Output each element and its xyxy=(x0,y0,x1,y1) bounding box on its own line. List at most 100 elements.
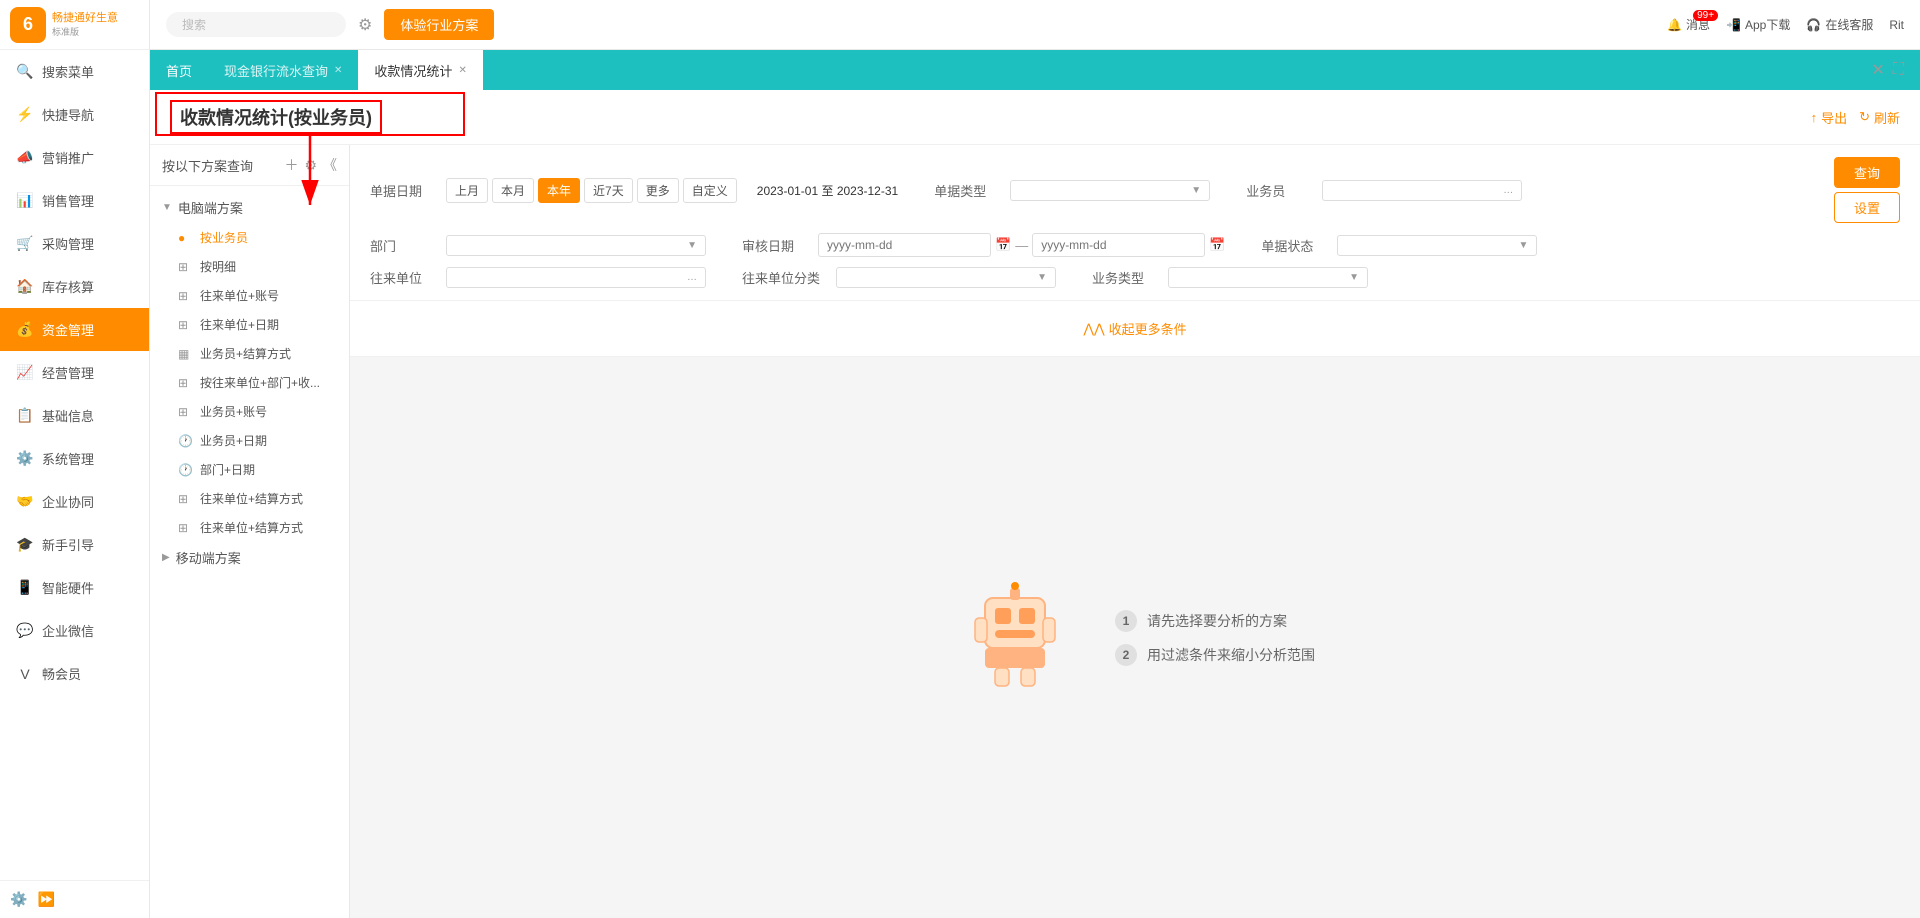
step-2-number: 2 xyxy=(1115,644,1137,666)
scheme-unit-payment1[interactable]: ⊞ 往来单位+结算方式 xyxy=(150,484,349,513)
refresh-button[interactable]: ↻ 刷新 xyxy=(1859,108,1900,127)
sidebar-item-sales[interactable]: 📊 销售管理 xyxy=(0,179,149,222)
dept-arrow-icon: ▼ xyxy=(687,240,697,251)
sidebar-item-hardware[interactable]: 📱 智能硬件 xyxy=(0,566,149,609)
tab-receipt[interactable]: 收款情况统计 ✕ xyxy=(358,50,482,90)
add-scheme-icon[interactable]: ＋ xyxy=(284,155,298,175)
collapse-panel-icon[interactable]: 《 xyxy=(323,155,337,175)
sidebar-item-basic[interactable]: 📋 基础信息 xyxy=(0,394,149,437)
voucher-status-select[interactable]: ▼ xyxy=(1337,235,1537,256)
date-btn-this-year[interactable]: 本年 xyxy=(538,178,580,203)
sidebar: 6 畅捷通好生意 标准版 🔍 搜索菜单 ⚡ 快捷导航 📣 营销推广 📊 销售管理… xyxy=(0,0,150,918)
sidebar-item-system[interactable]: ⚙️ 系统管理 xyxy=(0,437,149,480)
date-btn-last-month[interactable]: 上月 xyxy=(446,178,488,203)
filter-row-3: 往来单位 … 往来单位分类 ▼ 业务类型 xyxy=(370,267,1900,288)
dept-select[interactable]: ▼ xyxy=(446,235,706,256)
salesperson-select[interactable]: … xyxy=(1322,180,1522,201)
tab-receipt-close-icon[interactable]: ✕ xyxy=(458,65,466,76)
tab-bank[interactable]: 现金银行流水查询 ✕ xyxy=(208,50,358,90)
trial-button[interactable]: 体验行业方案 xyxy=(384,9,494,40)
scheme-sales-account[interactable]: ⊞ 业务员+账号 xyxy=(150,397,349,426)
sidebar-item-finance[interactable]: 💰 资金管理 xyxy=(0,308,149,351)
date-btn-more[interactable]: 更多 xyxy=(637,178,679,203)
user-menu[interactable]: Rit xyxy=(1889,18,1904,32)
unit-category-select[interactable]: ▼ xyxy=(836,267,1056,288)
empty-step-2: 2 用过滤条件来缩小分析范围 xyxy=(1115,644,1315,666)
app-download-button[interactable]: 📲 App下载 xyxy=(1726,16,1790,33)
salesperson-label: 业务员 xyxy=(1246,181,1306,200)
set-button[interactable]: 设置 xyxy=(1834,192,1900,223)
member-icon: V xyxy=(16,665,34,683)
settings-footer-icon[interactable]: ⚙️ xyxy=(10,891,27,908)
unit-date-icon: ⊞ xyxy=(178,318,194,332)
sidebar-item-wechat[interactable]: 💬 企业微信 xyxy=(0,609,149,652)
date-filter-label: 单据日期 xyxy=(370,181,430,200)
desktop-group: ▼ 电脑端方案 ● 按业务员 ⊞ 按明细 ⊞ 往来单位+账号 xyxy=(150,192,349,542)
scheme-sales-date[interactable]: 🕐 业务员+日期 xyxy=(150,426,349,455)
sidebar-item-member[interactable]: V 畅会员 xyxy=(0,652,149,695)
mobile-group-header[interactable]: ▶ 移动端方案 xyxy=(150,542,349,573)
sidebar-item-purchase[interactable]: 🛒 采购管理 xyxy=(0,222,149,265)
sidebar-item-operations[interactable]: 📈 经营管理 xyxy=(0,351,149,394)
business-type-label: 业务类型 xyxy=(1092,268,1152,287)
topbar-right: 🔔 消息 99+ 📲 App下载 🎧 在线客服 Rit xyxy=(1667,16,1904,33)
step-1-number: 1 xyxy=(1115,610,1137,632)
date-btn-this-month[interactable]: 本月 xyxy=(492,178,534,203)
sidebar-item-search[interactable]: 🔍 搜索菜单 xyxy=(0,50,149,93)
desktop-group-header[interactable]: ▼ 电脑端方案 xyxy=(150,192,349,223)
date-btn-custom[interactable]: 自定义 xyxy=(683,178,737,203)
voucher-type-label: 单据类型 xyxy=(934,181,994,200)
online-service-button[interactable]: 🎧 在线客服 xyxy=(1806,16,1873,33)
scheme-by-detail[interactable]: ⊞ 按明细 xyxy=(150,252,349,281)
data-area: 1 请先选择要分析的方案 2 用过滤条件来缩小分析范围 xyxy=(350,357,1920,918)
settings-scheme-icon[interactable]: ⚙ xyxy=(304,157,317,174)
business-type-select[interactable]: ▼ xyxy=(1168,267,1368,288)
empty-steps: 1 请先选择要分析的方案 2 用过滤条件来缩小分析范围 xyxy=(1115,610,1315,666)
tab-bank-close-icon[interactable]: ✕ xyxy=(334,65,342,76)
unit-label: 往来单位 xyxy=(370,268,430,287)
collapse-footer-icon[interactable]: ⏩ xyxy=(37,891,54,908)
calendar-start-icon[interactable]: 📅 xyxy=(995,237,1011,253)
scheme-unit-payment2[interactable]: ⊞ 往来单位+结算方式 xyxy=(150,513,349,542)
calendar-end-icon[interactable]: 📅 xyxy=(1209,237,1225,253)
filter-row-2: 部门 ▼ 审核日期 📅 — 📅 单据状态 xyxy=(370,233,1900,257)
window-close-icon[interactable]: ✕ xyxy=(1871,60,1884,80)
unit-select[interactable]: … xyxy=(446,267,706,288)
sidebar-item-inventory[interactable]: 🏠 库存核算 xyxy=(0,265,149,308)
trend-icon: 📈 xyxy=(16,364,34,382)
salesperson-scheme-icon: ● xyxy=(178,231,194,245)
sidebar-item-quicknav[interactable]: ⚡ 快捷导航 xyxy=(0,93,149,136)
scheme-sales-payment[interactable]: ▦ 业务员+结算方式 xyxy=(150,339,349,368)
left-panel-header: 按以下方案查询 ＋ ⚙ 《 xyxy=(150,145,349,186)
topbar-search-box[interactable]: 搜索 xyxy=(166,12,346,37)
query-button[interactable]: 查询 xyxy=(1834,157,1900,188)
review-date-end-input[interactable] xyxy=(1032,233,1205,257)
main-area: 搜索 ⚙ 体验行业方案 🔔 消息 99+ 📲 App下载 🎧 在线客服 Rit xyxy=(150,0,1920,918)
message-badge: 99+ xyxy=(1693,10,1718,21)
scheme-unit-account[interactable]: ⊞ 往来单位+账号 xyxy=(150,281,349,310)
scheme-dept-date[interactable]: 🕐 部门+日期 xyxy=(150,455,349,484)
scheme-unit-dept-collect[interactable]: ⊞ 按往来单位+部门+收... xyxy=(150,368,349,397)
scheme-unit-date[interactable]: ⊞ 往来单位+日期 xyxy=(150,310,349,339)
scheme-by-salesperson[interactable]: ● 按业务员 xyxy=(150,223,349,252)
money-icon: 💰 xyxy=(16,321,34,339)
dept-date-icon: 🕐 xyxy=(178,463,194,477)
sidebar-item-guide[interactable]: 🎓 新手引导 xyxy=(0,523,149,566)
topbar-gear-icon[interactable]: ⚙ xyxy=(358,15,372,35)
sidebar-item-corp[interactable]: 🤝 企业协同 xyxy=(0,480,149,523)
page-actions: ↑ 导出 ↻ 刷新 xyxy=(1811,108,1900,127)
sidebar-item-marketing[interactable]: 📣 营销推广 xyxy=(0,136,149,179)
window-maximize-icon[interactable]: ⛶ xyxy=(1893,61,1904,79)
filter-area: 单据日期 上月 本月 本年 近7天 更多 自定义 2023-01-01 至 20… xyxy=(350,145,1920,301)
date-btn-7days[interactable]: 近7天 xyxy=(584,178,633,203)
gear-icon: ⚙️ xyxy=(16,450,34,468)
message-button[interactable]: 🔔 消息 99+ xyxy=(1667,16,1710,33)
voucher-type-select[interactable]: ▼ xyxy=(1010,180,1210,201)
topbar-left: 搜索 ⚙ 体验行业方案 xyxy=(166,9,494,40)
unit-category-label: 往来单位分类 xyxy=(742,268,820,287)
review-date-label: 审核日期 xyxy=(742,236,802,255)
collapse-button[interactable]: ⋀⋀ 收起更多条件 xyxy=(1067,313,1202,344)
export-button[interactable]: ↑ 导出 xyxy=(1811,108,1848,127)
review-date-start-input[interactable] xyxy=(818,233,991,257)
tab-home[interactable]: 首页 xyxy=(150,50,208,90)
